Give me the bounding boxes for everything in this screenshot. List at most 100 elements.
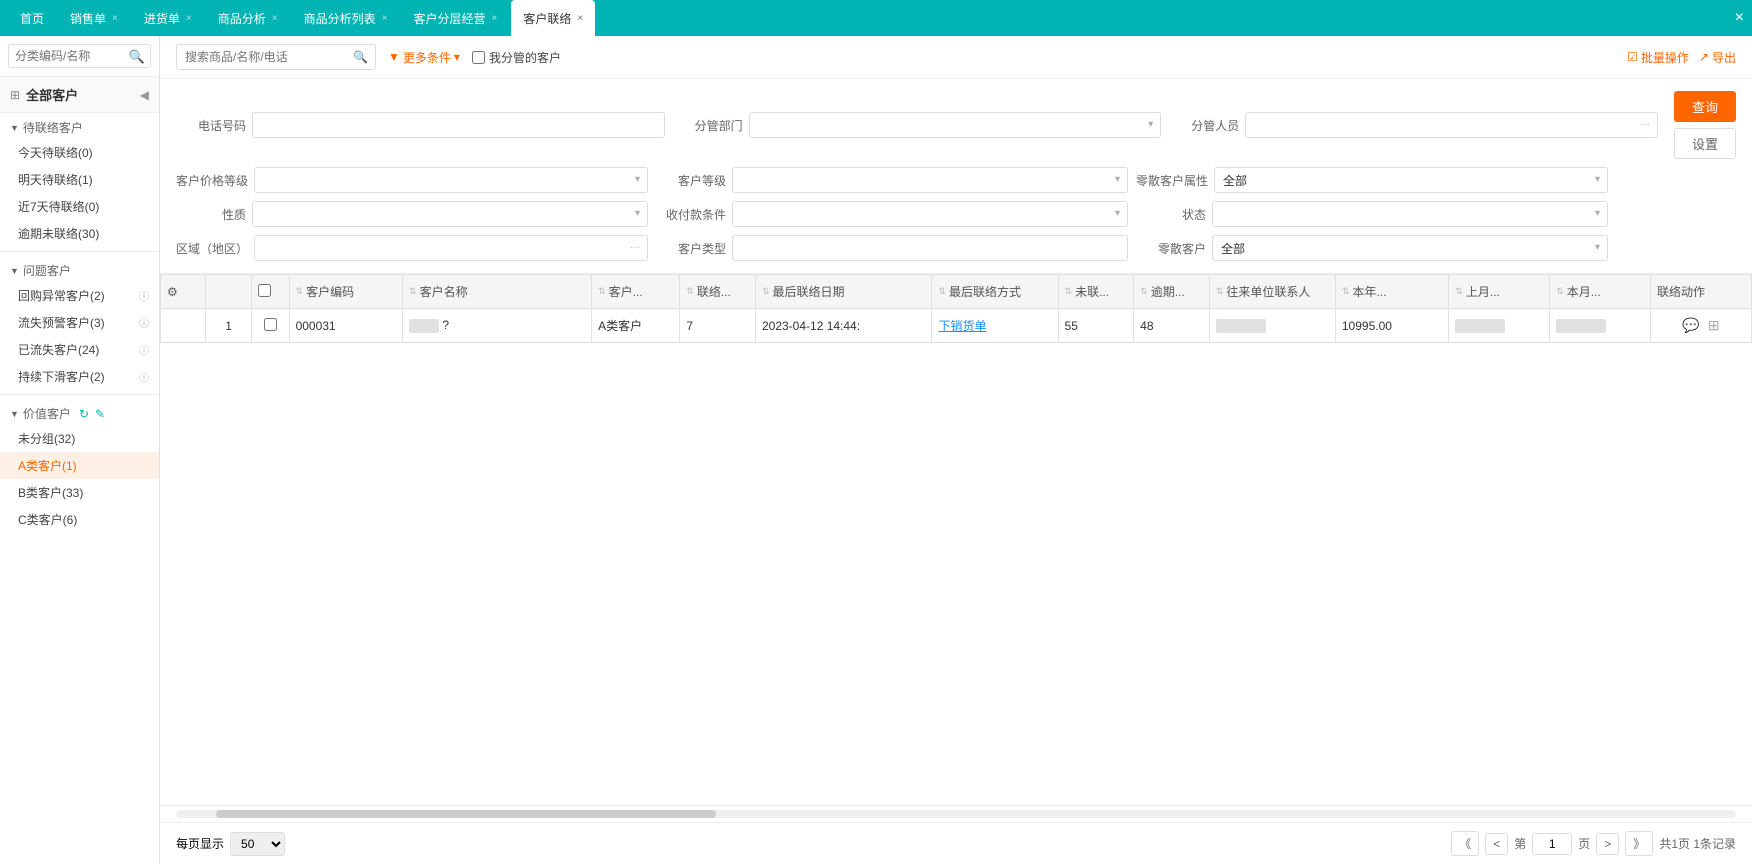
page-unit: 页 xyxy=(1578,835,1590,852)
col-gear[interactable]: ⚙ xyxy=(161,275,206,309)
prev-page-button[interactable]: < xyxy=(1485,833,1508,855)
col-date-label: 最后联络日期 xyxy=(773,283,845,300)
retail-customer-input[interactable] xyxy=(1212,235,1608,261)
manager-input-wrap: ··· xyxy=(1245,112,1658,138)
row-name: ? xyxy=(403,309,592,343)
export-button[interactable]: ↗ 导出 xyxy=(1699,49,1736,66)
col-this-month[interactable]: ⇅ 本月... xyxy=(1550,275,1651,309)
next-page-button[interactable]: > xyxy=(1596,833,1619,855)
col-last-method[interactable]: ⇅ 最后联络方式 xyxy=(932,275,1058,309)
tab-customer-contact[interactable]: 客户联络 × xyxy=(511,0,595,36)
sidebar-item-tomorrow-contact[interactable]: 明天待联络(1) xyxy=(0,166,159,193)
payment-input[interactable] xyxy=(732,201,1128,227)
status-input[interactable] xyxy=(1212,201,1608,227)
sidebar-item-c-class[interactable]: C类客户(6) xyxy=(0,506,159,533)
region-more-icon[interactable]: ··· xyxy=(630,242,640,253)
tab-analysis-close[interactable]: × xyxy=(272,13,278,24)
row-checkbox[interactable] xyxy=(264,318,277,331)
col-last-month[interactable]: ⇅ 上月... xyxy=(1449,275,1550,309)
filter-more-button[interactable]: ▼ 更多条件 ▾ xyxy=(388,49,460,66)
phone-input[interactable] xyxy=(252,112,665,138)
tab-analysis-list[interactable]: 商品分析列表 × xyxy=(292,0,400,36)
tab-sales[interactable]: 销售单 × xyxy=(58,0,130,36)
page-input[interactable] xyxy=(1532,833,1572,855)
page-size-select[interactable]: 50 100 200 xyxy=(230,832,285,856)
col-no-contact[interactable]: ⇅ 未联... xyxy=(1058,275,1134,309)
col-contact-count[interactable]: ⇅ 联络... xyxy=(680,275,756,309)
nature-input-wrap: ▾ xyxy=(252,201,648,227)
sidebar-item-ungrouped[interactable]: 未分组(32) xyxy=(0,425,159,452)
col-name[interactable]: ⇅ 客户名称 xyxy=(403,275,592,309)
retail-attribute-input[interactable] xyxy=(1214,167,1608,193)
region-input[interactable] xyxy=(254,235,648,261)
close-all-button[interactable]: × xyxy=(1735,9,1744,27)
overdue-value: 48 xyxy=(1140,319,1153,333)
batch-operation-button[interactable]: ☑ 批量操作 xyxy=(1627,49,1689,66)
col-unit-contact[interactable]: ⇅ 往来单位联系人 xyxy=(1209,275,1335,309)
row-action-cell: 💬 ⊞ xyxy=(1651,309,1752,343)
filter-search-input[interactable] xyxy=(176,44,376,70)
pending-contact-group[interactable]: ▼ 待联络客户 xyxy=(0,113,159,139)
tab-customer-contact-close[interactable]: × xyxy=(577,13,583,24)
a-class-label: A类客户(1) xyxy=(18,457,77,474)
col-year-sort-icon: ⇅ xyxy=(1342,286,1350,297)
filter-more-arrow: ▾ xyxy=(454,50,460,64)
first-page-button[interactable]: 《 xyxy=(1451,831,1479,856)
nature-input[interactable] xyxy=(252,201,648,227)
row-code: 000031 xyxy=(289,309,402,343)
department-input[interactable] xyxy=(749,112,1162,138)
filter-search-icon: 🔍 xyxy=(353,50,368,64)
col-date-sort-icon: ⇅ xyxy=(762,286,770,297)
sidebar-collapse-button[interactable]: ◀ xyxy=(140,88,149,102)
problem-customers-group[interactable]: ▼ 问题客户 xyxy=(0,256,159,282)
value-arrow-icon: ▼ xyxy=(10,409,19,419)
row-last-date: 2023-04-12 14:44: xyxy=(755,309,931,343)
settings-icon[interactable]: ⚙ xyxy=(167,285,178,299)
setting-button[interactable]: 设置 xyxy=(1674,128,1736,159)
price-level-input[interactable] xyxy=(254,167,648,193)
sidebar-item-declining[interactable]: 持续下滑客户(2) ⓘ xyxy=(0,363,159,390)
col-customer-type[interactable]: ⇅ 客户... xyxy=(592,275,680,309)
col-name-sort-icon: ⇅ xyxy=(409,286,417,297)
qr-icon[interactable]: ⊞ xyxy=(1708,317,1720,334)
tab-customer-segment[interactable]: 客户分层经营 × xyxy=(401,0,509,36)
last-page-button[interactable]: 》 xyxy=(1625,831,1653,856)
retail-customer-input-wrap: ▾ xyxy=(1212,235,1608,261)
customer-level-input[interactable] xyxy=(732,167,1128,193)
value-customers-group[interactable]: ▼ 价值客户 ↻ ✎ xyxy=(0,399,159,425)
manager-more-icon[interactable]: ··· xyxy=(1640,119,1650,130)
message-icon[interactable]: 💬 xyxy=(1682,317,1699,334)
sidebar-item-churn-warning[interactable]: 流失预警客户(3) ⓘ xyxy=(0,309,159,336)
tab-purchase[interactable]: 进货单 × xyxy=(132,0,204,36)
tab-analysis-list-close[interactable]: × xyxy=(382,13,388,24)
tab-home[interactable]: 首页 xyxy=(8,0,56,36)
col-this-year[interactable]: ⇅ 本年... xyxy=(1335,275,1448,309)
col-overdue[interactable]: ⇅ 逾期... xyxy=(1134,275,1210,309)
manager-input[interactable] xyxy=(1245,112,1658,138)
select-all-checkbox[interactable] xyxy=(258,284,271,297)
scrollbar-thumb[interactable] xyxy=(216,810,716,818)
col-code[interactable]: ⇅ 客户编码 xyxy=(289,275,402,309)
sidebar-item-today-contact[interactable]: 今天待联络(0) xyxy=(0,139,159,166)
sidebar-item-churned[interactable]: 已流失客户(24) ⓘ xyxy=(0,336,159,363)
tab-customer-segment-close[interactable]: × xyxy=(491,13,497,24)
table-container[interactable]: ⚙ ⇅ 客户编码 xyxy=(160,274,1752,805)
customer-type-input[interactable] xyxy=(732,235,1128,261)
sidebar-item-repurchase-abnormal[interactable]: 回购异常客户(2) ⓘ xyxy=(0,282,159,309)
my-customers-checkbox[interactable] xyxy=(472,51,485,64)
refresh-icon[interactable]: ↻ xyxy=(79,407,89,421)
horizontal-scrollbar[interactable] xyxy=(160,805,1752,822)
query-button[interactable]: 查询 xyxy=(1674,91,1736,122)
sidebar-item-a-class[interactable]: A类客户(1) xyxy=(0,452,159,479)
edit-icon[interactable]: ✎ xyxy=(95,407,105,421)
tab-purchase-close[interactable]: × xyxy=(186,13,192,24)
value-customers-label: 价值客户 xyxy=(23,405,71,422)
contact-count-value: 7 xyxy=(686,319,693,333)
tab-sales-close[interactable]: × xyxy=(112,13,118,24)
tab-analysis[interactable]: 商品分析 × xyxy=(206,0,290,36)
col-last-date[interactable]: ⇅ 最后联络日期 xyxy=(755,275,931,309)
sidebar-item-b-class[interactable]: B类客户(33) xyxy=(0,479,159,506)
last-method-value[interactable]: 下销货单 xyxy=(938,319,986,333)
sidebar-item-overdue-contact[interactable]: 逾期未联络(30) xyxy=(0,220,159,247)
sidebar-item-7days-contact[interactable]: 近7天待联络(0) xyxy=(0,193,159,220)
